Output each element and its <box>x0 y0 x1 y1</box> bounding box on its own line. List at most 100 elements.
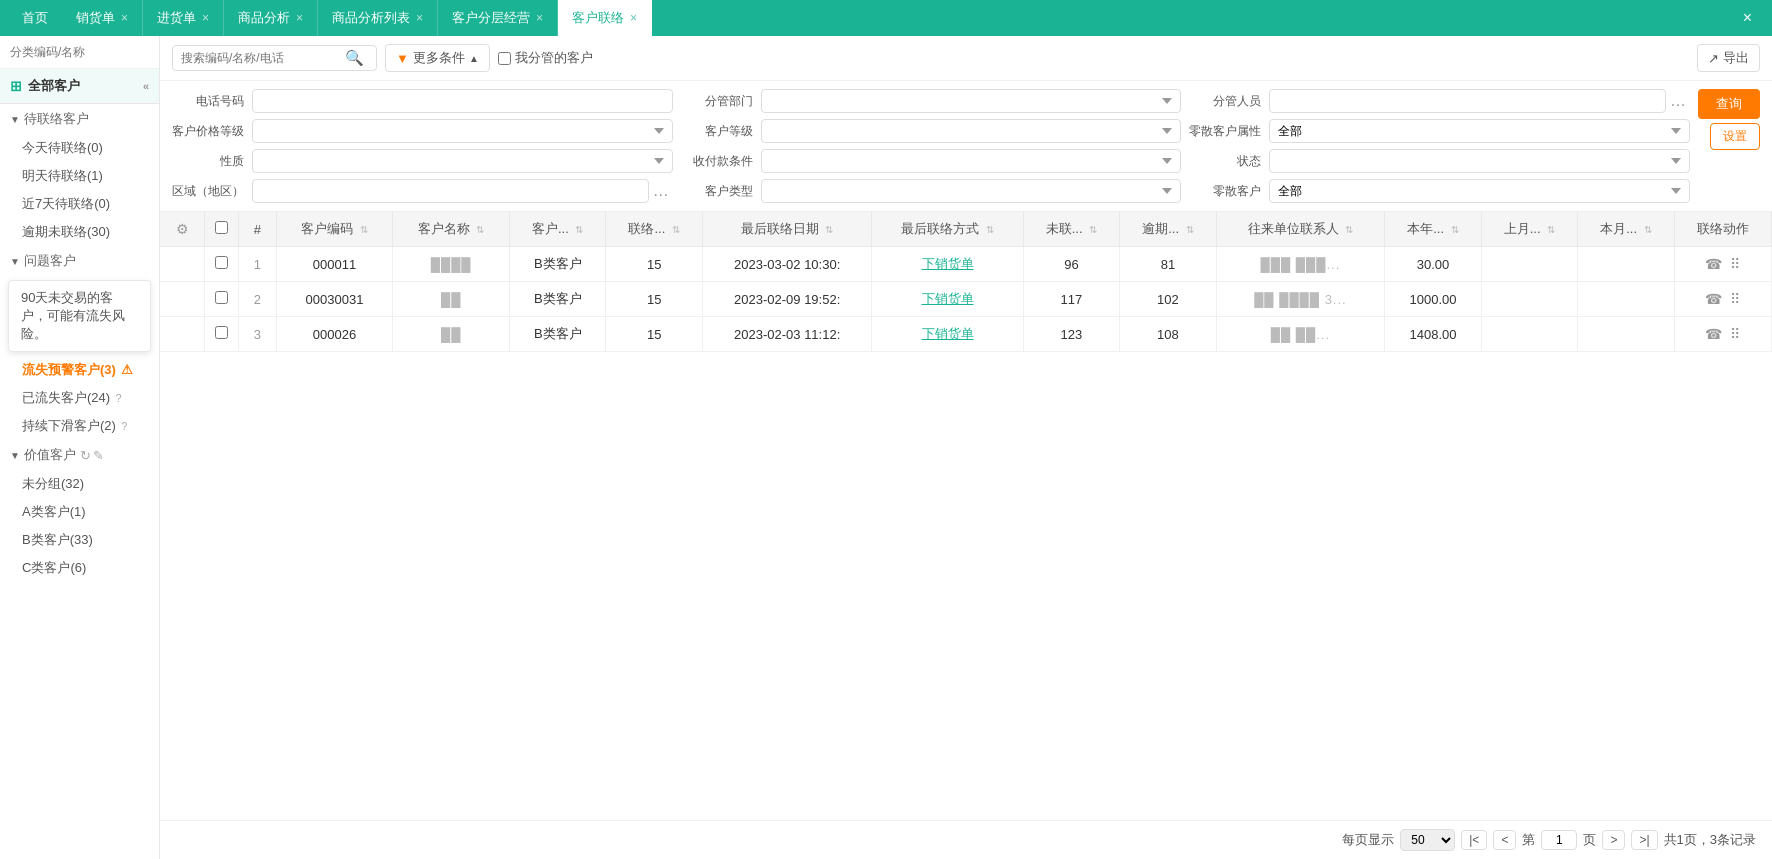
filter-dept-select[interactable] <box>761 89 1182 113</box>
filter-row-1: 电话号码 分管部门 分管人员 … <box>172 89 1690 113</box>
tab-customer-tier[interactable]: 客户分层经营 × <box>438 0 558 36</box>
more-icon[interactable]: ⠿ <box>1730 291 1740 307</box>
sidebar-section-problem-customers[interactable]: ▼ 问题客户 <box>0 246 159 276</box>
first-page-button[interactable]: |< <box>1461 830 1487 850</box>
contact-icon[interactable]: ☎ <box>1705 326 1722 342</box>
sidebar-search-input[interactable] <box>10 45 160 59</box>
search-button[interactable]: 🔍 <box>341 49 368 67</box>
tab-sales[interactable]: 销货单 × <box>62 0 143 36</box>
filter-nature-select[interactable] <box>252 149 673 173</box>
row-checkbox[interactable] <box>205 317 239 352</box>
row-last-contact-type[interactable]: 下销货单 <box>872 247 1023 282</box>
valued-edit-icon[interactable]: ✎ <box>93 448 104 463</box>
more-icon[interactable]: ⠿ <box>1730 256 1740 272</box>
tab-product-analysis-close[interactable]: × <box>296 11 303 25</box>
filter-retail-attr: 零散客户属性 全部 <box>1189 119 1690 143</box>
row-last-month <box>1481 247 1577 282</box>
sidebar-item-today[interactable]: 今天待联络(0) <box>0 134 159 162</box>
col-settings[interactable]: ⚙ <box>160 212 205 247</box>
filter-status-select[interactable] <box>1269 149 1690 173</box>
filter-customer-grade-select[interactable] <box>761 119 1182 143</box>
page-number-input[interactable] <box>1541 830 1577 850</box>
tab-product-analysis-list[interactable]: 商品分析列表 × <box>318 0 438 36</box>
more-conditions-button[interactable]: ▼ 更多条件 ▲ <box>385 44 490 72</box>
col-name[interactable]: 客户名称 ⇅ <box>393 212 510 247</box>
content-area: 🔍 ▼ 更多条件 ▲ 我分管的客户 ↗ 导出 <box>160 36 1772 859</box>
select-all-checkbox[interactable] <box>215 221 228 234</box>
col-last-contact-date[interactable]: 最后联络日期 ⇅ <box>702 212 871 247</box>
tab-customer-tier-close[interactable]: × <box>536 11 543 25</box>
filter-person-input[interactable] <box>1269 89 1666 113</box>
col-last-contact-type[interactable]: 最后联络方式 ⇅ <box>872 212 1023 247</box>
filter-nature: 性质 <box>172 149 673 173</box>
sidebar-item-class-a[interactable]: A类客户(1) <box>0 498 159 526</box>
row-checkbox[interactable] <box>205 247 239 282</box>
sidebar-item-declining[interactable]: 持续下滑客户(2) ? <box>0 412 159 440</box>
tab-customer-contact-close[interactable]: × <box>630 11 637 25</box>
filter-region-input[interactable] <box>252 179 649 203</box>
tab-purchase-close[interactable]: × <box>202 11 209 25</box>
col-not-contacted[interactable]: 未联... ⇅ <box>1023 212 1119 247</box>
col-type[interactable]: 客户... ⇅ <box>509 212 605 247</box>
my-customers-checkbox[interactable] <box>498 52 511 65</box>
col-code[interactable]: 客户编码 ⇅ <box>276 212 393 247</box>
sidebar-item-class-c[interactable]: C类客户(6) <box>0 554 159 582</box>
filter-person: 分管人员 … <box>1189 89 1690 113</box>
last-page-button[interactable]: >| <box>1631 830 1657 850</box>
filter-person-more[interactable]: … <box>1666 92 1690 110</box>
sidebar-item-overdue[interactable]: 逾期未联络(30) <box>0 218 159 246</box>
row-last-contact-type[interactable]: 下销货单 <box>872 282 1023 317</box>
row-index: 3 <box>239 317 277 352</box>
close-all-tabs[interactable]: × <box>1731 9 1764 27</box>
sidebar-all-customers[interactable]: ⊞ 全部客户 « <box>0 69 159 104</box>
tab-home[interactable]: 首页 <box>8 0 62 36</box>
sort-icon-not-contacted: ⇅ <box>1089 224 1097 235</box>
filter-retail-customer-select[interactable]: 全部 <box>1269 179 1690 203</box>
sidebar-item-lost[interactable]: 已流失客户(24) ? <box>0 384 159 412</box>
tab-sales-close[interactable]: × <box>121 11 128 25</box>
col-contact[interactable]: 联络... ⇅ <box>606 212 702 247</box>
row-checkbox[interactable] <box>205 282 239 317</box>
col-unit-contact[interactable]: 往来单位联系人 ⇅ <box>1216 212 1385 247</box>
tab-product-analysis[interactable]: 商品分析 × <box>224 0 318 36</box>
search-wrapper: 🔍 <box>172 45 377 71</box>
sidebar-item-tomorrow[interactable]: 明天待联络(1) <box>0 162 159 190</box>
filter-retail-attr-select[interactable]: 全部 <box>1269 119 1690 143</box>
settings-button[interactable]: 设置 <box>1710 123 1760 150</box>
filter-price-grade-select[interactable] <box>252 119 673 143</box>
search-input[interactable] <box>181 51 341 65</box>
filter-phone-input[interactable] <box>252 89 673 113</box>
col-last-month[interactable]: 上月... ⇅ <box>1481 212 1577 247</box>
filter-payment-select[interactable] <box>761 149 1182 173</box>
filter-region-more[interactable]: … <box>649 182 673 200</box>
row-index: 1 <box>239 247 277 282</box>
contact-icon[interactable]: ☎ <box>1705 291 1722 307</box>
sidebar-item-at-risk[interactable]: 流失预警客户(3) ⚠ <box>0 356 159 384</box>
col-overdue[interactable]: 逾期... ⇅ <box>1120 212 1216 247</box>
col-this-year[interactable]: 本年... ⇅ <box>1385 212 1481 247</box>
query-button[interactable]: 查询 <box>1698 89 1760 119</box>
page-size-select[interactable]: 50 100 200 <box>1400 829 1455 851</box>
more-icon[interactable]: ⠿ <box>1730 326 1740 342</box>
sidebar-item-class-b[interactable]: B类客户(33) <box>0 526 159 554</box>
sidebar-section-valued-customers[interactable]: ▼ 价值客户 ↻ ✎ <box>0 440 159 470</box>
tab-customer-contact[interactable]: 客户联络 × <box>558 0 652 36</box>
next-page-button[interactable]: > <box>1602 830 1625 850</box>
filter-nature-label: 性质 <box>172 153 252 170</box>
sidebar-item-unassigned[interactable]: 未分组(32) <box>0 470 159 498</box>
sidebar-section-pending-contact[interactable]: ▼ 待联络客户 <box>0 104 159 134</box>
contact-icon[interactable]: ☎ <box>1705 256 1722 272</box>
tab-purchase[interactable]: 进货单 × <box>143 0 224 36</box>
sidebar-item-7days[interactable]: 近7天待联络(0) <box>0 190 159 218</box>
row-last-contact-type[interactable]: 下销货单 <box>872 317 1023 352</box>
my-customers-checkbox-wrapper[interactable]: 我分管的客户 <box>498 49 593 67</box>
tab-product-analysis-list-close[interactable]: × <box>416 11 423 25</box>
export-button[interactable]: ↗ 导出 <box>1697 44 1760 72</box>
valued-refresh-icon[interactable]: ↻ <box>80 448 91 463</box>
col-checkbox[interactable] <box>205 212 239 247</box>
col-this-month[interactable]: 本月... ⇅ <box>1578 212 1674 247</box>
prev-page-button[interactable]: < <box>1493 830 1516 850</box>
filter-customer-type-select[interactable] <box>761 179 1182 203</box>
table-row: 3 000026 ██ B类客户 15 2023-02-03 11:12: 下销… <box>160 317 1772 352</box>
settings-gear-icon[interactable]: ⚙ <box>176 221 189 237</box>
